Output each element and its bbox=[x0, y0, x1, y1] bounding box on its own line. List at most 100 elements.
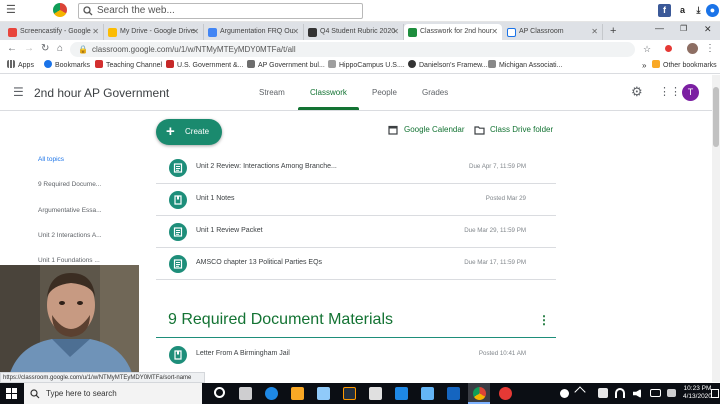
tab-q4-rubric[interactable]: Q4 Student Rubric 2020 ✕ bbox=[304, 24, 404, 40]
material-row[interactable]: Unit 1 Notes Posted Mar 29 bbox=[156, 184, 556, 216]
forward-icon[interactable]: → bbox=[24, 42, 34, 56]
google-calendar-link[interactable]: Google Calendar bbox=[388, 124, 464, 136]
dropbox-icon[interactable] bbox=[395, 387, 408, 400]
edge-icon[interactable] bbox=[265, 387, 278, 400]
tab-label: Screencastify - Google bbox=[20, 28, 91, 35]
class-drive-folder-link[interactable]: Class Drive folder bbox=[474, 124, 554, 136]
clock-date: 4/13/2020 bbox=[683, 393, 712, 400]
tab-classwork[interactable]: Classwork bbox=[310, 88, 347, 97]
taskbar-app-icon[interactable] bbox=[239, 387, 252, 400]
material-posted: Posted 10:41 AM bbox=[478, 350, 526, 357]
create-button[interactable]: + Create bbox=[156, 119, 222, 145]
home-icon[interactable]: ⌂ bbox=[57, 42, 63, 56]
store-icon[interactable] bbox=[317, 387, 330, 400]
bookmark-other[interactable]: Other bookmarks bbox=[652, 58, 717, 74]
mail-icon[interactable] bbox=[369, 387, 382, 400]
bookmark-ap-government[interactable]: AP Government bul... bbox=[247, 58, 325, 74]
shield-app-icon[interactable] bbox=[447, 387, 460, 400]
assignment-row[interactable]: AMSCO chapter 13 Political Parties EQs D… bbox=[156, 248, 556, 280]
topic-unit-1[interactable]: Unit 1 Foundations ... bbox=[38, 257, 100, 264]
reload-icon[interactable]: ↻ bbox=[41, 42, 49, 56]
topic-required-documents[interactable]: 9 Required Docume... bbox=[38, 181, 101, 188]
menu-icon[interactable]: ☰ bbox=[6, 4, 16, 16]
hamburger-menu-icon[interactable]: ☰ bbox=[13, 85, 24, 99]
notifications-icon[interactable] bbox=[711, 389, 719, 398]
close-tab-icon[interactable]: ✕ bbox=[591, 24, 598, 40]
docs-favicon-icon bbox=[208, 28, 217, 37]
profile-avatar-icon[interactable] bbox=[687, 43, 698, 54]
bookmark-us-government[interactable]: U.S. Government &... bbox=[166, 58, 244, 74]
section-more-icon[interactable]: ⋮ bbox=[538, 314, 550, 326]
download-icon[interactable]: ⤓ bbox=[692, 4, 705, 17]
url-field[interactable]: 🔒 classroom.google.com/u/1/w/NTMyMTEyMDY… bbox=[70, 42, 635, 57]
battery-tray-icon[interactable] bbox=[650, 389, 661, 397]
web-search-input[interactable]: Search the web... bbox=[78, 3, 363, 19]
bookmark-bookmarks[interactable]: Bookmarks bbox=[44, 58, 90, 74]
taskbar-search-placeholder: Type here to search bbox=[46, 389, 117, 398]
dropbox-tray-icon[interactable] bbox=[598, 388, 608, 398]
amazon-icon[interactable]: a bbox=[676, 4, 689, 17]
tab-screencastify[interactable]: Screencastify - Google ✕ bbox=[4, 24, 104, 40]
bookmark-hippocampus[interactable]: HippoCampus U.S.... bbox=[328, 58, 405, 74]
close-tab-icon[interactable]: ✕ bbox=[392, 24, 399, 40]
back-icon[interactable]: ← bbox=[7, 42, 17, 56]
assignment-icon bbox=[169, 255, 187, 273]
facebook-icon[interactable]: f bbox=[658, 4, 671, 17]
material-row[interactable]: Letter From A Birmingham Jail Posted 10:… bbox=[156, 339, 556, 371]
amazon-app-icon[interactable] bbox=[343, 387, 356, 400]
tab-stream[interactable]: Stream bbox=[259, 88, 285, 97]
task-view-icon[interactable] bbox=[214, 387, 225, 398]
restore-icon[interactable]: ❐ bbox=[680, 24, 687, 33]
close-tab-icon[interactable]: ✕ bbox=[92, 24, 99, 40]
screencastify-taskbar-icon[interactable] bbox=[499, 387, 512, 400]
tab-my-drive[interactable]: My Drive - Google Drive ✕ bbox=[104, 24, 204, 40]
bookmark-star-icon[interactable]: ☆ bbox=[643, 42, 651, 56]
folder-icon bbox=[474, 126, 485, 135]
scrollbar-thumb[interactable] bbox=[713, 87, 719, 147]
tab-people[interactable]: People bbox=[372, 88, 397, 97]
volume-tray-icon[interactable] bbox=[633, 389, 641, 398]
chrome-menu-icon[interactable]: ⋮ bbox=[705, 42, 715, 56]
browser-tab-strip: Screencastify - Google ✕ My Drive - Goog… bbox=[0, 22, 720, 40]
wifi-tray-icon[interactable] bbox=[615, 388, 625, 398]
bookmark-michigan[interactable]: Michigan Associati... bbox=[488, 58, 562, 74]
person-tray-icon[interactable] bbox=[560, 389, 569, 398]
minimize-icon[interactable]: — bbox=[655, 23, 664, 33]
tray-arrow-icon[interactable] bbox=[574, 386, 586, 398]
topic-all-topics[interactable]: All topics bbox=[38, 156, 64, 163]
extension-red-icon[interactable] bbox=[665, 45, 672, 52]
topic-argumentative-essay[interactable]: Argumentative Essa... bbox=[38, 207, 102, 214]
bookmark-apps[interactable]: Apps bbox=[7, 58, 34, 74]
close-tab-icon[interactable]: ✕ bbox=[292, 24, 299, 40]
rubric-favicon-icon bbox=[308, 28, 317, 37]
close-tab-icon[interactable]: ✕ bbox=[491, 24, 498, 40]
assignment-row[interactable]: Unit 1 Review Packet Due Mar 29, 11:59 P… bbox=[156, 216, 556, 248]
network-tray-icon[interactable] bbox=[667, 389, 676, 397]
close-window-icon[interactable]: ✕ bbox=[704, 24, 712, 35]
windows-start-icon[interactable] bbox=[6, 388, 17, 399]
tab-classwork[interactable]: Classwork for 2nd hour ✕ bbox=[404, 24, 502, 40]
new-tab-icon[interactable]: + bbox=[610, 24, 616, 38]
tab-ap-classroom[interactable]: AP Classroom ✕ bbox=[503, 24, 603, 40]
tab-label: Q4 Student Rubric 2020 bbox=[320, 28, 396, 35]
bookmarks-overflow[interactable]: » bbox=[642, 58, 646, 74]
vertical-scrollbar[interactable] bbox=[712, 75, 720, 382]
apps-grid-icon[interactable]: ⋮⋮ bbox=[659, 85, 681, 99]
taskbar-clock[interactable]: 10:23 PM 4/13/2020 bbox=[683, 385, 712, 401]
bookmark-danielson[interactable]: Danielson's Framew... bbox=[408, 58, 488, 74]
taskbar-search-box[interactable]: Type here to search bbox=[24, 383, 202, 404]
close-tab-icon[interactable]: ✕ bbox=[192, 24, 199, 40]
bookmark-teaching-channel[interactable]: Teaching Channel bbox=[95, 58, 162, 74]
tab-argumentation-frq[interactable]: Argumentation FRQ Ou ✕ bbox=[204, 24, 304, 40]
course-title[interactable]: 2nd hour AP Government bbox=[34, 86, 169, 100]
topic-unit-2[interactable]: Unit 2 Interactions A... bbox=[38, 232, 102, 239]
tab-grades[interactable]: Grades bbox=[422, 88, 448, 97]
assignment-row[interactable]: Unit 2 Review: Interactions Among Branch… bbox=[156, 152, 556, 184]
calendar-icon bbox=[388, 125, 398, 135]
account-avatar[interactable]: T bbox=[682, 84, 699, 101]
lastpass-icon[interactable]: ● bbox=[706, 4, 719, 17]
settings-gear-icon[interactable]: ⚙ bbox=[631, 85, 643, 99]
drive-label: Class Drive folder bbox=[490, 125, 554, 134]
onedrive-icon[interactable] bbox=[421, 387, 434, 400]
file-explorer-icon[interactable] bbox=[291, 387, 304, 400]
